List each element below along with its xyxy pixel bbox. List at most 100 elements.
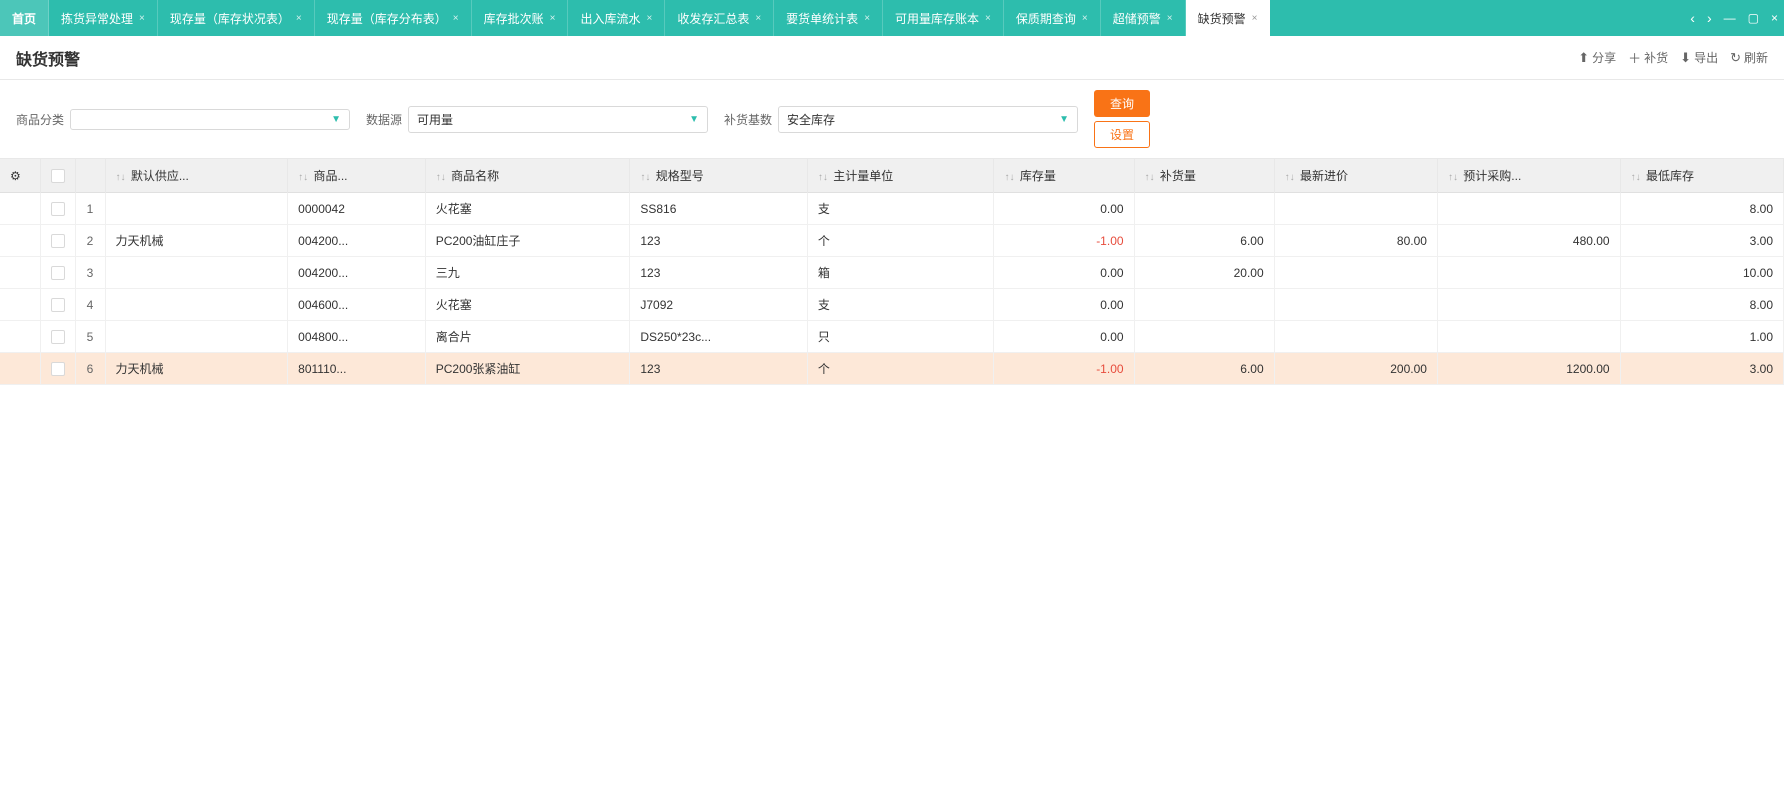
- refresh-button[interactable]: ↻ 刷新: [1730, 49, 1768, 66]
- row-replenish-qty: 6.00: [1134, 225, 1274, 257]
- row-checkbox-4[interactable]: [51, 330, 65, 344]
- col-unit[interactable]: ↑↓ 主计量单位: [807, 159, 994, 193]
- tab-recv-summary[interactable]: 收发存汇总表×: [665, 0, 774, 36]
- window-close-btn[interactable]: ×: [1765, 11, 1784, 25]
- row-stock: 0.00: [994, 193, 1134, 225]
- tab-demand-stats[interactable]: 要货单统计表×: [774, 0, 883, 36]
- replenish-basis-select[interactable]: 安全库存 ▼: [778, 106, 1078, 133]
- tab-overstock[interactable]: 超储预警×: [1101, 0, 1186, 36]
- col-min-stock[interactable]: ↑↓ 最低库存: [1620, 159, 1783, 193]
- header-checkbox[interactable]: [51, 169, 65, 183]
- row-spec: 123: [630, 257, 808, 289]
- row-stock: -1.00: [994, 353, 1134, 385]
- gear-icon[interactable]: ⚙: [10, 169, 21, 183]
- row-product-code: 801110...: [288, 353, 426, 385]
- datasource-select-arrow: ▼: [689, 114, 699, 125]
- row-checkbox-2[interactable]: [51, 266, 65, 280]
- row-checkbox-cell: [40, 289, 75, 321]
- row-latest-price: [1274, 193, 1437, 225]
- shortage-table: ⚙ ↑↓ 默认供应... ↑↓ 商品... ↑↓: [0, 159, 1784, 385]
- tab-shortage[interactable]: 缺货预警 ×: [1186, 0, 1271, 36]
- col-product-code[interactable]: ↑↓ 商品...: [288, 159, 426, 193]
- row-checkbox-5[interactable]: [51, 362, 65, 376]
- main-area: 缺货预警 ⬆ 分享 ＋ 补货 ⬇ 导出 ↻ 刷新 商品分类: [0, 36, 1784, 796]
- tab-home[interactable]: 首页: [0, 0, 49, 36]
- category-select[interactable]: ▼: [70, 109, 350, 130]
- tab-available-ledger[interactable]: 可用量库存账本×: [883, 0, 1004, 36]
- row-latest-price: 80.00: [1274, 225, 1437, 257]
- category-filter-group: 商品分类 ▼: [16, 109, 350, 130]
- tab-close-abnormal[interactable]: ×: [139, 13, 145, 24]
- row-product-code: 004200...: [288, 257, 426, 289]
- row-product-name: PC200油缸庄子: [425, 225, 630, 257]
- row-min-stock: 3.00: [1620, 353, 1783, 385]
- export-button[interactable]: ⬇ 导出: [1680, 49, 1718, 66]
- row-est-purchase: 480.00: [1437, 225, 1620, 257]
- tab-label-abnormal: 拣货异常处理: [61, 10, 133, 27]
- tab-next-btn[interactable]: ›: [1701, 10, 1718, 26]
- tab-flow[interactable]: 出入库流水×: [568, 0, 665, 36]
- tab-expiry[interactable]: 保质期查询×: [1004, 0, 1101, 36]
- row-supplier: [105, 257, 288, 289]
- row-unit: 支: [807, 289, 994, 321]
- tab-close-batch-account[interactable]: ×: [550, 13, 556, 24]
- col-est-purchase[interactable]: ↑↓ 预计采购...: [1437, 159, 1620, 193]
- row-stock: -1.00: [994, 225, 1134, 257]
- tab-close-recv-summary[interactable]: ×: [755, 13, 761, 24]
- settings-button[interactable]: 设置: [1094, 121, 1150, 148]
- stock-sort-icon: ↑↓: [1004, 172, 1014, 183]
- tab-close-expiry[interactable]: ×: [1082, 13, 1088, 24]
- tab-prev-btn[interactable]: ‹: [1684, 10, 1701, 26]
- row-gear-cell: [0, 193, 40, 225]
- row-checkbox-cell: [40, 193, 75, 225]
- row-index: 1: [75, 193, 105, 225]
- share-button[interactable]: ⬆ 分享: [1578, 49, 1616, 66]
- row-spec: DS250*23c...: [630, 321, 808, 353]
- col-supplier[interactable]: ↑↓ 默认供应...: [105, 159, 288, 193]
- tab-label-shortage: 缺货预警: [1198, 10, 1246, 27]
- row-latest-price: [1274, 257, 1437, 289]
- col-latest-price-label: 最新进价: [1300, 169, 1348, 183]
- table-row: 6 力天机械 801110... PC200张紧油缸 123 个 -1.00 6…: [0, 353, 1784, 385]
- row-checkbox-3[interactable]: [51, 298, 65, 312]
- tab-close-inventory-dist[interactable]: ×: [453, 13, 459, 24]
- row-supplier: [105, 289, 288, 321]
- tab-close-overstock[interactable]: ×: [1167, 13, 1173, 24]
- datasource-select[interactable]: 可用量 ▼: [408, 106, 708, 133]
- window-minimize-btn[interactable]: —: [1718, 11, 1742, 25]
- row-product-name: 三九: [425, 257, 630, 289]
- col-product-name[interactable]: ↑↓ 商品名称: [425, 159, 630, 193]
- row-latest-price: [1274, 289, 1437, 321]
- col-spec[interactable]: ↑↓ 规格型号: [630, 159, 808, 193]
- col-replenish-qty[interactable]: ↑↓ 补货量: [1134, 159, 1274, 193]
- row-checkbox-0[interactable]: [51, 202, 65, 216]
- tab-close-flow[interactable]: ×: [646, 13, 652, 24]
- tab-inventory-dist[interactable]: 现存量（库存分布表）×: [315, 0, 472, 36]
- row-stock: 0.00: [994, 257, 1134, 289]
- row-supplier: 力天机械: [105, 225, 288, 257]
- tab-inventory-status[interactable]: 现存量（库存状况表）×: [158, 0, 315, 36]
- row-est-purchase: [1437, 289, 1620, 321]
- tab-close-available-ledger[interactable]: ×: [985, 13, 991, 24]
- col-latest-price[interactable]: ↑↓ 最新进价: [1274, 159, 1437, 193]
- window-maximize-btn[interactable]: ▢: [1742, 11, 1765, 25]
- tab-close-inventory-status[interactable]: ×: [296, 13, 302, 24]
- query-button[interactable]: 查询: [1094, 90, 1150, 117]
- tab-close-shortage[interactable]: ×: [1252, 13, 1258, 24]
- row-unit: 个: [807, 353, 994, 385]
- tab-batch-account[interactable]: 库存批次账×: [472, 0, 569, 36]
- replenish-basis-label: 补货基数: [724, 111, 772, 128]
- row-index: 2: [75, 225, 105, 257]
- row-checkbox-cell: [40, 257, 75, 289]
- replenish-icon: ＋: [1628, 48, 1641, 67]
- col-stock[interactable]: ↑↓ 库存量: [994, 159, 1134, 193]
- replenish-qty-sort-icon: ↑↓: [1145, 172, 1155, 183]
- tab-abnormal[interactable]: 拣货异常处理 ×: [49, 0, 158, 36]
- row-checkbox-1[interactable]: [51, 234, 65, 248]
- replenish-button[interactable]: ＋ 补货: [1628, 48, 1668, 67]
- tab-close-demand-stats[interactable]: ×: [864, 13, 870, 24]
- category-select-arrow: ▼: [331, 114, 341, 125]
- row-product-name: 离合片: [425, 321, 630, 353]
- row-gear-cell: [0, 321, 40, 353]
- row-gear-cell: [0, 353, 40, 385]
